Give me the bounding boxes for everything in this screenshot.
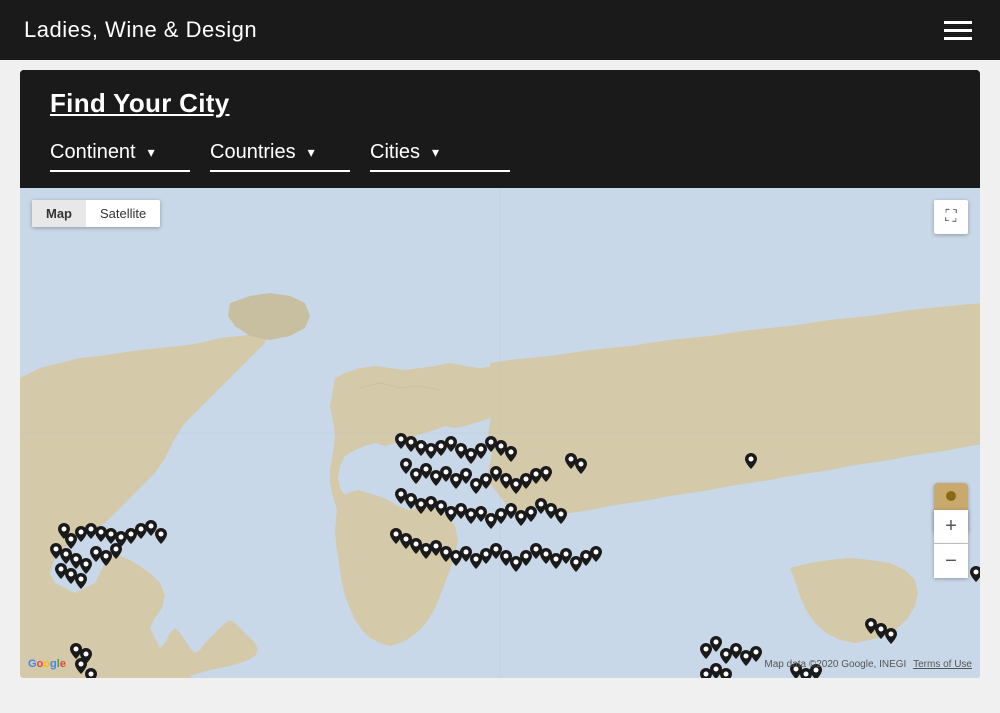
- hamburger-icon: [944, 37, 972, 40]
- menu-button[interactable]: [940, 17, 976, 44]
- countries-dropdown[interactable]: Countries ▾: [210, 137, 350, 172]
- map-attribution: Map data ©2020 Google, INEGI Terms of Us…: [764, 659, 972, 670]
- zoom-controls: + −: [934, 510, 968, 578]
- main-panel: Find Your City Continent ▾ Countries ▾ C…: [20, 70, 980, 678]
- controls-bar: Find Your City Continent ▾ Countries ▾ C…: [20, 70, 980, 188]
- map-container: Map Satellite ⛶ + − Google Map dat: [20, 188, 980, 678]
- satellite-view-button[interactable]: Satellite: [86, 200, 160, 227]
- google-logo: Google: [28, 658, 66, 670]
- dropdowns-row: Continent ▾ Countries ▾ Cities ▾: [50, 137, 950, 172]
- zoom-in-button[interactable]: +: [934, 510, 968, 544]
- countries-label: Countries: [210, 141, 296, 164]
- hamburger-icon: [944, 29, 972, 32]
- fullscreen-button[interactable]: ⛶: [934, 200, 968, 234]
- site-title: Ladies, Wine & Design: [24, 17, 257, 43]
- map-type-toggle: Map Satellite: [32, 200, 160, 227]
- cities-label: Cities: [370, 141, 420, 164]
- header: Ladies, Wine & Design: [0, 0, 1000, 60]
- hamburger-icon: [944, 21, 972, 24]
- fullscreen-icon: ⛶: [945, 208, 956, 226]
- chevron-down-icon: ▾: [308, 144, 315, 161]
- chevron-down-icon: ▾: [432, 144, 439, 161]
- map-view-button[interactable]: Map: [32, 200, 86, 227]
- terms-link[interactable]: Terms of Use: [913, 659, 972, 670]
- continent-label: Continent: [50, 141, 136, 164]
- page-title: Find Your City: [50, 88, 950, 119]
- continent-dropdown[interactable]: Continent ▾: [50, 137, 190, 172]
- chevron-down-icon: ▾: [148, 144, 155, 161]
- zoom-out-button[interactable]: −: [934, 544, 968, 578]
- cities-dropdown[interactable]: Cities ▾: [370, 137, 510, 172]
- map-background: [20, 188, 980, 678]
